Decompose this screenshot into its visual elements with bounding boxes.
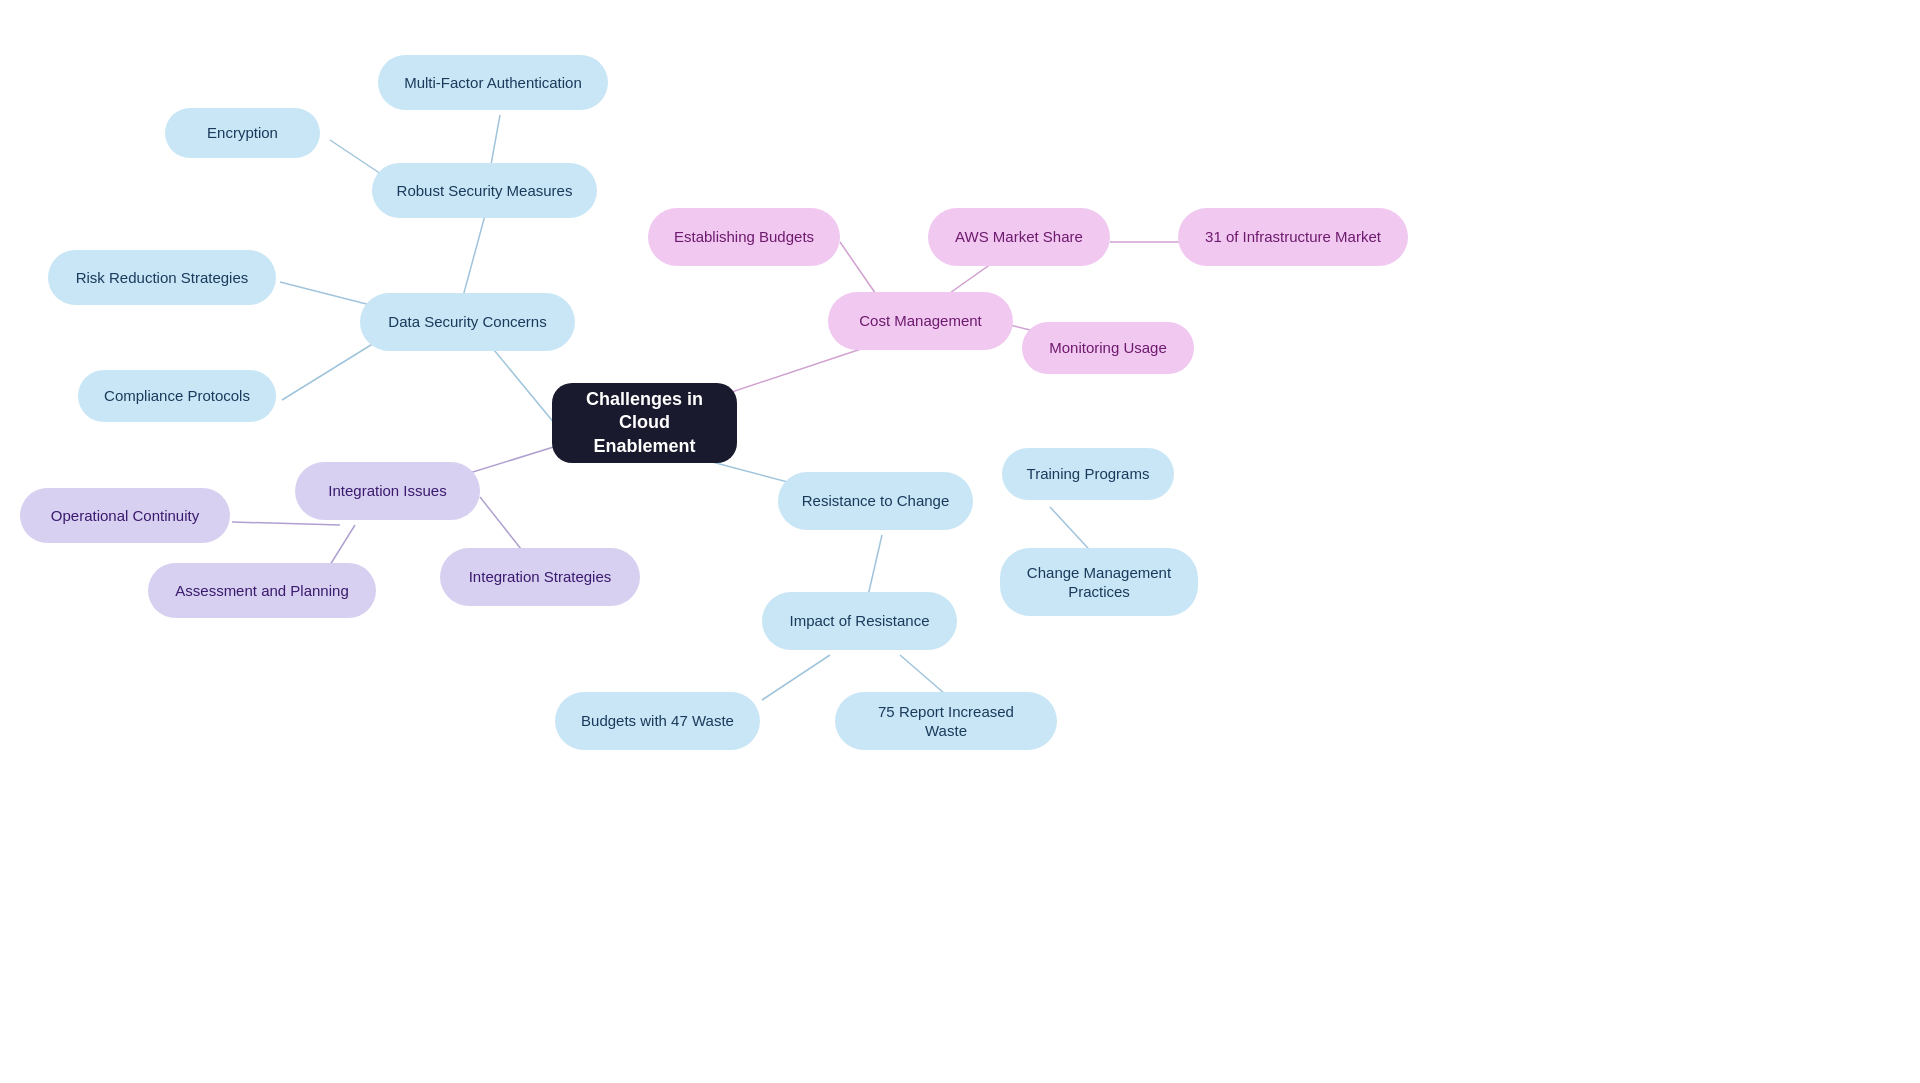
svg-line-9 xyxy=(232,522,340,525)
data-security-node: Data Security Concerns xyxy=(360,293,575,351)
risk-reduction-node: Risk Reduction Strategies xyxy=(48,250,276,305)
compliance-node: Compliance Protocols xyxy=(78,370,276,422)
impact-node: Impact of Resistance xyxy=(762,592,957,650)
report-waste-node: 75 Report Increased Waste xyxy=(835,692,1057,750)
infra-market-node: 31 of Infrastructure Market xyxy=(1178,208,1408,266)
aws-market-node: AWS Market Share xyxy=(928,208,1110,266)
integration-strategies-node: Integration Strategies xyxy=(440,548,640,606)
budgets-waste-node: Budgets with 47 Waste xyxy=(555,692,760,750)
cost-management-node: Cost Management xyxy=(828,292,1013,350)
robust-security-node: Robust Security Measures xyxy=(372,163,597,218)
monitoring-node: Monitoring Usage xyxy=(1022,322,1194,374)
establishing-budgets-node: Establishing Budgets xyxy=(648,208,840,266)
encryption-node: Encryption xyxy=(165,108,320,158)
svg-line-7 xyxy=(490,115,500,170)
svg-line-19 xyxy=(762,655,830,700)
integration-issues-node: Integration Issues xyxy=(295,462,480,520)
training-node: Training Programs xyxy=(1002,448,1174,500)
operational-node: Operational Continuity xyxy=(20,488,230,543)
resistance-node: Resistance to Change xyxy=(778,472,973,530)
multi-factor-node: Multi-Factor Authentication xyxy=(378,55,608,110)
assessment-node: Assessment and Planning xyxy=(148,563,376,618)
svg-line-18 xyxy=(867,535,882,600)
change-mgmt-node: Change ManagementPractices xyxy=(1000,548,1198,616)
center-node: Challenges in CloudEnablement xyxy=(552,383,737,463)
